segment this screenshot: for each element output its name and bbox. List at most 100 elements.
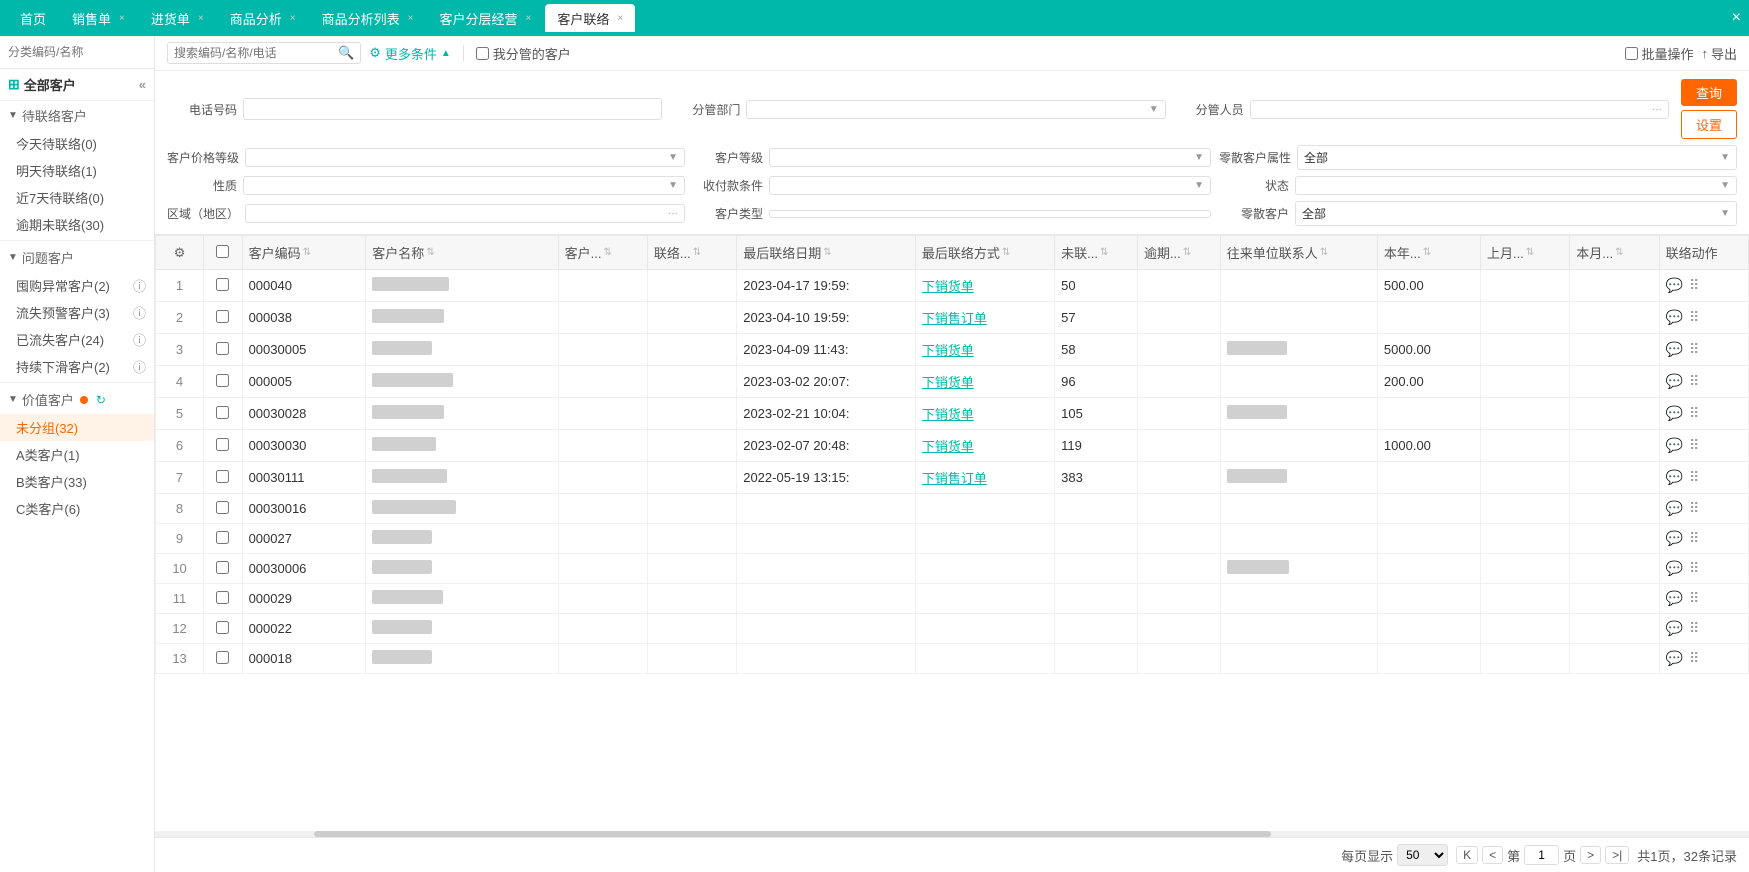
more-icon[interactable]: ⠿ — [1689, 309, 1699, 326]
query-btn[interactable]: 查询 — [1681, 79, 1737, 106]
more-icon[interactable]: ⠿ — [1689, 437, 1699, 454]
sidebar-group-problem[interactable]: ▼ 问题客户 — [0, 243, 154, 272]
pay-term-select[interactable]: ▼ — [769, 176, 1211, 195]
sidebar-item-churn-warning[interactable]: 流失预警客户(3) ⓘ — [0, 299, 154, 326]
batch-operation-btn[interactable]: 批量操作 — [1625, 44, 1693, 63]
sidebar-item-today[interactable]: 今天待联络(0) — [0, 130, 154, 157]
more-icon[interactable]: ⠿ — [1689, 373, 1699, 390]
chat-icon[interactable]: 💬 — [1666, 405, 1683, 422]
sidebar-item-class-c[interactable]: C类客户(6) — [0, 495, 154, 522]
last-page-btn[interactable]: >| — [1605, 846, 1629, 864]
nav-tab-sales[interactable]: 销售单 × — [60, 4, 137, 32]
cell-method[interactable]: 下销货单 — [915, 270, 1054, 302]
cell-check[interactable] — [204, 302, 242, 334]
row-check[interactable] — [216, 470, 229, 483]
first-page-btn[interactable]: K — [1456, 846, 1478, 864]
sidebar-item-tomorrow[interactable]: 明天待联络(1) — [0, 157, 154, 184]
cell-method[interactable]: 下销货单 — [915, 430, 1054, 462]
method-link[interactable]: 下销售订单 — [922, 471, 987, 486]
sidebar-item-declining[interactable]: 持续下滑客户(2) ⓘ — [0, 353, 154, 380]
sidebar-item-class-b[interactable]: B类客户(33) — [0, 468, 154, 495]
sidebar-item-class-a[interactable]: A类客户(1) — [0, 441, 154, 468]
batch-check[interactable] — [1625, 47, 1638, 60]
cell-check[interactable] — [204, 644, 242, 674]
row-check[interactable] — [216, 310, 229, 323]
cell-method[interactable]: 下销货单 — [915, 334, 1054, 366]
nav-tab-product-analysis[interactable]: 商品分析 × — [218, 4, 308, 32]
row-check[interactable] — [216, 438, 229, 451]
cell-method[interactable]: 下销售订单 — [915, 302, 1054, 334]
sidebar-item-churned[interactable]: 已流失客户(24) ⓘ — [0, 326, 154, 353]
my-customers-check[interactable] — [476, 47, 489, 60]
chat-icon[interactable]: 💬 — [1666, 277, 1683, 294]
sidebar-all-customers[interactable]: ⊞ 全部客户 « — [0, 69, 154, 101]
nav-tab-purchase[interactable]: 进货单 × — [139, 4, 216, 32]
cell-check[interactable] — [204, 614, 242, 644]
close-tab-sales[interactable]: × — [119, 13, 125, 24]
filter-my-customers-checkbox[interactable]: 我分管的客户 — [476, 44, 571, 63]
chat-icon[interactable]: 💬 — [1666, 560, 1683, 577]
chat-icon[interactable]: 💬 — [1666, 500, 1683, 517]
row-check[interactable] — [216, 591, 229, 604]
nav-tab-home[interactable]: 首页 — [8, 4, 58, 32]
th-check[interactable] — [204, 236, 242, 270]
cell-method[interactable]: 下销货单 — [915, 366, 1054, 398]
cell-check[interactable] — [204, 334, 242, 366]
nav-tab-customer-segment[interactable]: 客户分层经营 × — [427, 4, 543, 32]
dept-select[interactable]: ▼ — [746, 100, 1165, 119]
row-check[interactable] — [216, 342, 229, 355]
prev-page-btn[interactable]: < — [1482, 846, 1503, 864]
more-icon[interactable]: ⠿ — [1689, 500, 1699, 517]
gender-select[interactable]: ▼ — [243, 176, 685, 195]
chat-icon[interactable]: 💬 — [1666, 620, 1683, 637]
close-tab-customer-segment[interactable]: × — [525, 13, 531, 24]
row-check[interactable] — [216, 406, 229, 419]
more-icon[interactable]: ⠿ — [1689, 620, 1699, 637]
sidebar-group-value[interactable]: ▼ 价值客户 ↻ — [0, 385, 154, 414]
cell-check[interactable] — [204, 270, 242, 302]
customer-grade-select[interactable]: ▼ — [769, 148, 1211, 167]
more-icon[interactable]: ⠿ — [1689, 530, 1699, 547]
refresh-icon[interactable]: ↻ — [96, 393, 106, 407]
cell-check[interactable] — [204, 366, 242, 398]
close-tab-product-analysis-list[interactable]: × — [408, 13, 414, 24]
more-icon[interactable]: ⠿ — [1689, 469, 1699, 486]
status-select[interactable]: ▼ — [1295, 176, 1737, 195]
chat-icon[interactable]: 💬 — [1666, 373, 1683, 390]
method-link[interactable]: 下销货单 — [922, 407, 974, 422]
cell-check[interactable] — [204, 462, 242, 494]
chat-icon[interactable]: 💬 — [1666, 437, 1683, 454]
method-link[interactable]: 下销货单 — [922, 439, 974, 454]
sidebar-collapse-icon[interactable]: « — [139, 77, 146, 92]
price-grade-select[interactable]: ▼ — [245, 148, 685, 167]
chat-icon[interactable]: 💬 — [1666, 309, 1683, 326]
window-close-icon[interactable]: × — [1732, 9, 1741, 27]
filter-more-conditions-btn[interactable]: ⚙ 更多条件 ▲ — [369, 44, 451, 63]
method-link[interactable]: 下销货单 — [922, 375, 974, 390]
filter-search-icon[interactable]: 🔍 — [338, 45, 354, 61]
method-link[interactable]: 下销货单 — [922, 279, 974, 294]
row-check[interactable] — [216, 531, 229, 544]
cell-check[interactable] — [204, 584, 242, 614]
chat-icon[interactable]: 💬 — [1666, 530, 1683, 547]
next-page-btn[interactable]: > — [1580, 846, 1601, 864]
reset-btn[interactable]: 设置 — [1681, 110, 1737, 139]
more-icon[interactable]: ⠿ — [1689, 650, 1699, 667]
export-btn[interactable]: ↑ 导出 — [1701, 44, 1737, 63]
row-check[interactable] — [216, 501, 229, 514]
method-link[interactable]: 下销货单 — [922, 343, 974, 358]
cell-check[interactable] — [204, 494, 242, 524]
row-check[interactable] — [216, 651, 229, 664]
close-tab-customer-contact[interactable]: × — [617, 13, 623, 24]
close-tab-purchase[interactable]: × — [198, 13, 204, 24]
chat-icon[interactable]: 💬 — [1666, 590, 1683, 607]
more-icon[interactable]: ⠿ — [1689, 277, 1699, 294]
more-icon[interactable]: ⠿ — [1689, 405, 1699, 422]
method-link[interactable]: 下销售订单 — [922, 311, 987, 326]
retail-attr-select[interactable]: 全部 ▼ — [1297, 145, 1737, 170]
more-icon[interactable]: ⠿ — [1689, 560, 1699, 577]
cell-check[interactable] — [204, 398, 242, 430]
sidebar-item-ungroup[interactable]: 未分组(32) — [0, 414, 154, 441]
staff-select[interactable]: ··· — [1250, 100, 1669, 119]
page-size-select[interactable]: 50 20 100 — [1397, 844, 1448, 866]
